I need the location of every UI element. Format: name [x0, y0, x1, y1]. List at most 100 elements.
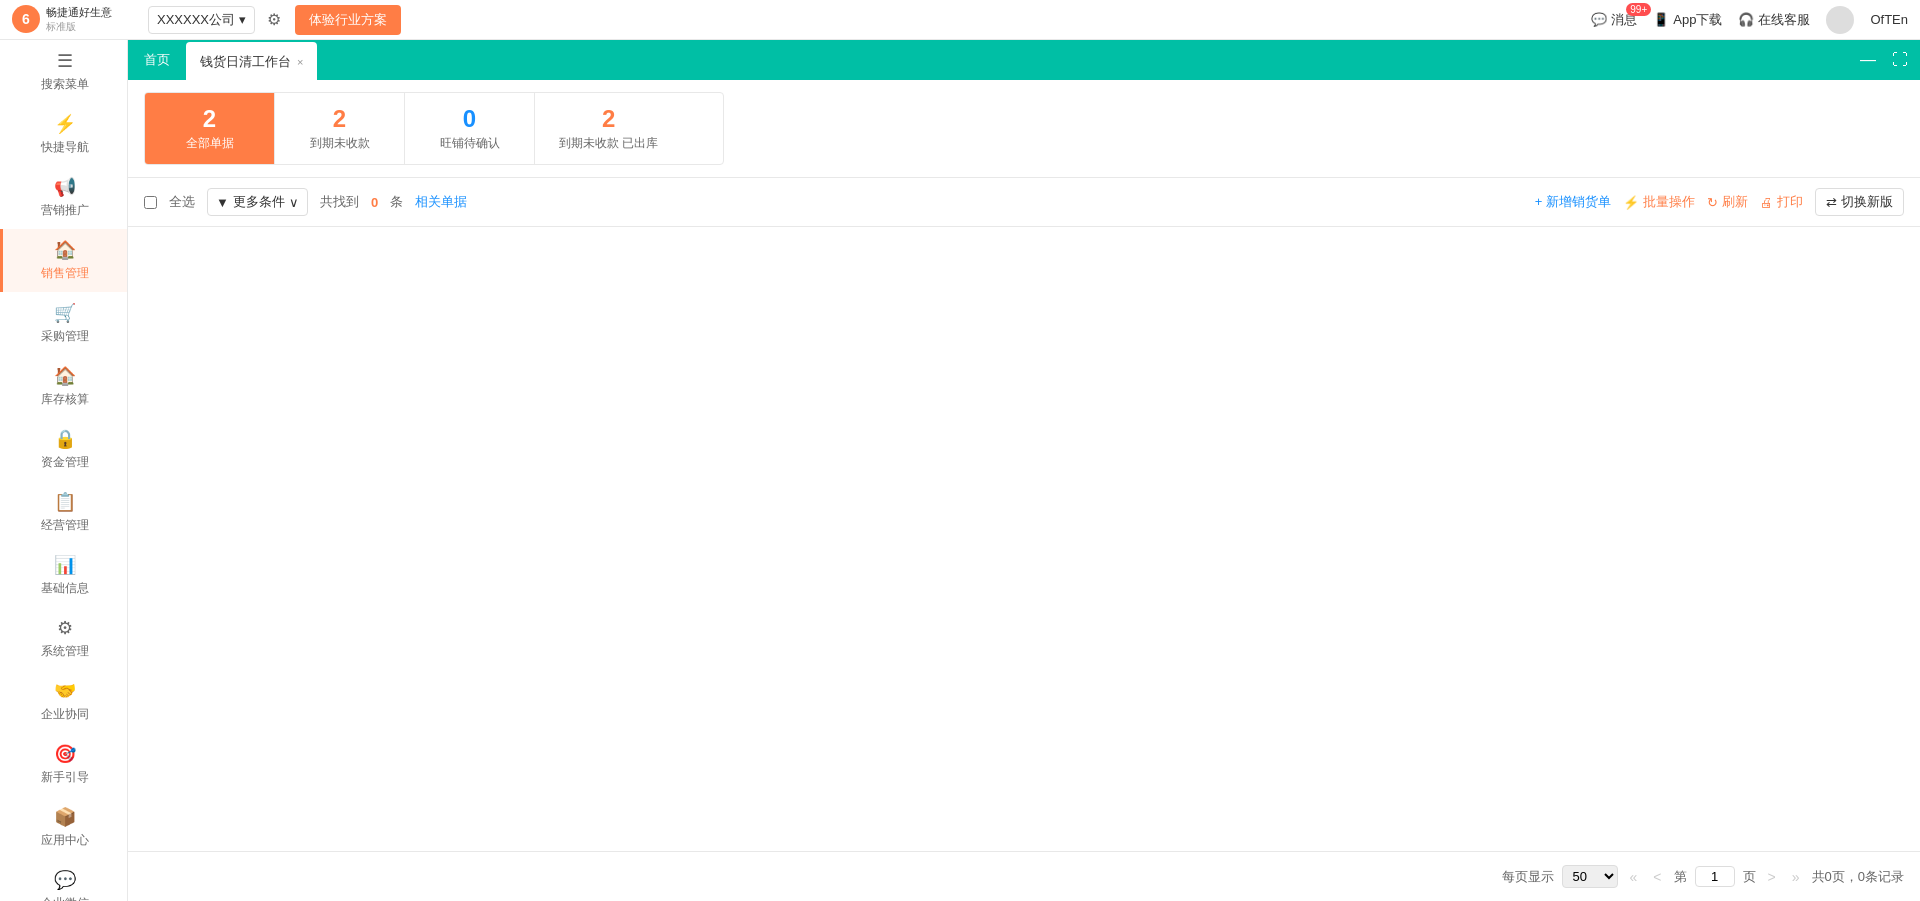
purchase-icon: 🛒 [54, 302, 76, 324]
tab-maximize-icon[interactable]: ⛶ [1888, 47, 1912, 73]
sidebar-item-quick-nav[interactable]: ⚡ 快捷导航 [0, 103, 127, 166]
stat-card-overdue[interactable]: 2 到期未收款 [275, 93, 405, 164]
page-size-select[interactable]: 50 10 20 100 [1562, 865, 1618, 888]
print-button[interactable]: 🖨 打印 [1760, 193, 1803, 211]
refresh-button[interactable]: ↻ 刷新 [1707, 193, 1748, 211]
sidebar-item-operations[interactable]: 📋 经营管理 [0, 481, 127, 544]
prev-page-button[interactable]: < [1649, 865, 1665, 889]
online-service-label: 在线客服 [1758, 11, 1810, 29]
sidebar-item-enterprise[interactable]: 🤝 企业协同 [0, 670, 127, 733]
tab-bar-controls: — ⛶ [1856, 47, 1920, 73]
stat-label-all: 全部单据 [186, 135, 234, 152]
switch-label: 切换新版 [1841, 193, 1893, 211]
related-link[interactable]: 相关单据 [415, 193, 467, 211]
filter-chevron-icon: ∨ [289, 195, 299, 210]
batch-icon: ⚡ [1623, 195, 1639, 210]
sidebar-item-guide[interactable]: 🎯 新手引导 [0, 733, 127, 796]
sidebar-label-sales: 销售管理 [41, 265, 89, 282]
table-area [128, 227, 1920, 851]
filter-button[interactable]: ▼ 更多条件 ∨ [207, 188, 308, 216]
stat-card-wangpu[interactable]: 0 旺铺待确认 [405, 93, 535, 164]
tab-workbench[interactable]: 钱货日清工作台 × [186, 42, 317, 82]
finance-icon: 🔒 [54, 428, 76, 450]
app-logo-icon: 6 [12, 5, 40, 33]
sidebar-label-inventory: 库存核算 [41, 391, 89, 408]
message-button[interactable]: 💬 消息 99+ [1591, 11, 1637, 29]
app-badge: 标准版 [46, 20, 112, 34]
tab-minimize-icon[interactable]: — [1856, 47, 1880, 73]
print-label: 打印 [1777, 193, 1803, 211]
basic-info-icon: 📊 [54, 554, 76, 576]
sidebar-item-wechat[interactable]: 💬 企业微信 [0, 859, 127, 901]
found-count: 0 [371, 195, 378, 210]
tab-close-icon[interactable]: × [297, 56, 303, 68]
stat-card-all[interactable]: 2 全部单据 [145, 93, 275, 164]
sidebar-label-finance: 资金管理 [41, 454, 89, 471]
sidebar-item-system[interactable]: ⚙ 系统管理 [0, 607, 127, 670]
refresh-label: 刷新 [1722, 193, 1748, 211]
sidebar-label-system: 系统管理 [41, 643, 89, 660]
page-number-input[interactable]: 1 [1695, 866, 1735, 887]
filter-label: 更多条件 [233, 193, 285, 211]
select-all-checkbox[interactable] [144, 196, 157, 209]
sidebar-item-marketing[interactable]: 📢 营销推广 [0, 166, 127, 229]
last-page-button[interactable]: » [1788, 865, 1804, 889]
main-layout: ☰ 搜索菜单 ⚡ 快捷导航 📢 营销推广 🏠 销售管理 🛒 采购管理 🏠 库存核… [0, 40, 1920, 901]
sidebar-item-purchase[interactable]: 🛒 采购管理 [0, 292, 127, 355]
sidebar-item-inventory[interactable]: 🏠 库存核算 [0, 355, 127, 418]
next-page-button[interactable]: > [1764, 865, 1780, 889]
stats-cards: 2 全部单据 2 到期未收款 0 旺铺待确认 2 到期未收款 已出库 [144, 92, 724, 165]
chevron-down-icon: ▾ [239, 12, 246, 27]
stat-label-overdue-shipped: 到期未收款 已出库 [559, 135, 658, 152]
switch-version-button[interactable]: ⇄ 切换新版 [1815, 188, 1904, 216]
sidebar-item-finance[interactable]: 🔒 资金管理 [0, 418, 127, 481]
avatar[interactable] [1826, 6, 1854, 34]
operations-icon: 📋 [54, 491, 76, 513]
quick-nav-icon: ⚡ [54, 113, 76, 135]
logo-area: 6 畅捷通好生意 标准版 [12, 5, 140, 33]
found-unit: 条 [390, 193, 403, 211]
sidebar-label-basic-info: 基础信息 [41, 580, 89, 597]
print-icon: 🖨 [1760, 195, 1773, 210]
toolbar-right: + 新增销货单 ⚡ 批量操作 ↻ 刷新 🖨 打印 ⇄ [1535, 188, 1904, 216]
app-name: 畅捷通好生意 [46, 5, 112, 19]
refresh-icon: ↻ [1707, 195, 1718, 210]
stat-card-overdue-shipped[interactable]: 2 到期未收款 已出库 [535, 93, 682, 164]
switch-icon: ⇄ [1826, 195, 1837, 210]
filter-icon: ▼ [216, 195, 229, 210]
company-selector[interactable]: XXXXXX公司 ▾ [148, 6, 255, 34]
sidebar-label-wechat: 企业微信 [41, 895, 89, 901]
stat-number-all: 2 [203, 105, 216, 133]
app-download-button[interactable]: 📱 App下载 [1653, 11, 1722, 29]
inventory-icon: 🏠 [54, 365, 76, 387]
content-area: 首页 钱货日清工作台 × — ⛶ 2 全部单据 2 [128, 40, 1920, 901]
total-records: 共0页，0条记录 [1812, 868, 1904, 886]
guide-icon: 🎯 [54, 743, 76, 765]
sidebar-item-app-center[interactable]: 📦 应用中心 [0, 796, 127, 859]
stat-number-wangpu: 0 [463, 105, 476, 133]
app-center-icon: 📦 [54, 806, 76, 828]
trial-button[interactable]: 体验行业方案 [295, 5, 401, 35]
sidebar-label-purchase: 采购管理 [41, 328, 89, 345]
page-label: 第 [1674, 868, 1687, 886]
sidebar-item-sales[interactable]: 🏠 销售管理 [0, 229, 127, 292]
sidebar-label-enterprise: 企业协同 [41, 706, 89, 723]
sidebar-item-search-menu[interactable]: ☰ 搜索菜单 [0, 40, 127, 103]
sidebar: ☰ 搜索菜单 ⚡ 快捷导航 📢 营销推广 🏠 销售管理 🛒 采购管理 🏠 库存核… [0, 40, 128, 901]
add-sales-order-button[interactable]: + 新增销货单 [1535, 193, 1611, 211]
header-right: 💬 消息 99+ 📱 App下载 🎧 在线客服 OfTEn [1591, 6, 1908, 34]
first-page-button[interactable]: « [1626, 865, 1642, 889]
tab-home[interactable]: 首页 [128, 40, 186, 80]
sidebar-label-search-menu: 搜索菜单 [41, 76, 89, 93]
stat-label-wangpu: 旺铺待确认 [440, 135, 500, 152]
settings-icon[interactable]: ⚙ [263, 6, 285, 33]
page-size-label: 每页显示 [1502, 868, 1554, 886]
username: OfTEn [1870, 12, 1908, 27]
toolbar: 全选 ▼ 更多条件 ∨ 共找到 0 条 相关单据 + 新增销货单 ⚡ 批量操作 [128, 178, 1920, 227]
sidebar-item-basic-info[interactable]: 📊 基础信息 [0, 544, 127, 607]
company-name: XXXXXX公司 [157, 11, 235, 29]
page-end-label: 页 [1743, 868, 1756, 886]
online-service-button[interactable]: 🎧 在线客服 [1738, 11, 1810, 29]
batch-operation-button[interactable]: ⚡ 批量操作 [1623, 193, 1695, 211]
system-icon: ⚙ [57, 617, 73, 639]
